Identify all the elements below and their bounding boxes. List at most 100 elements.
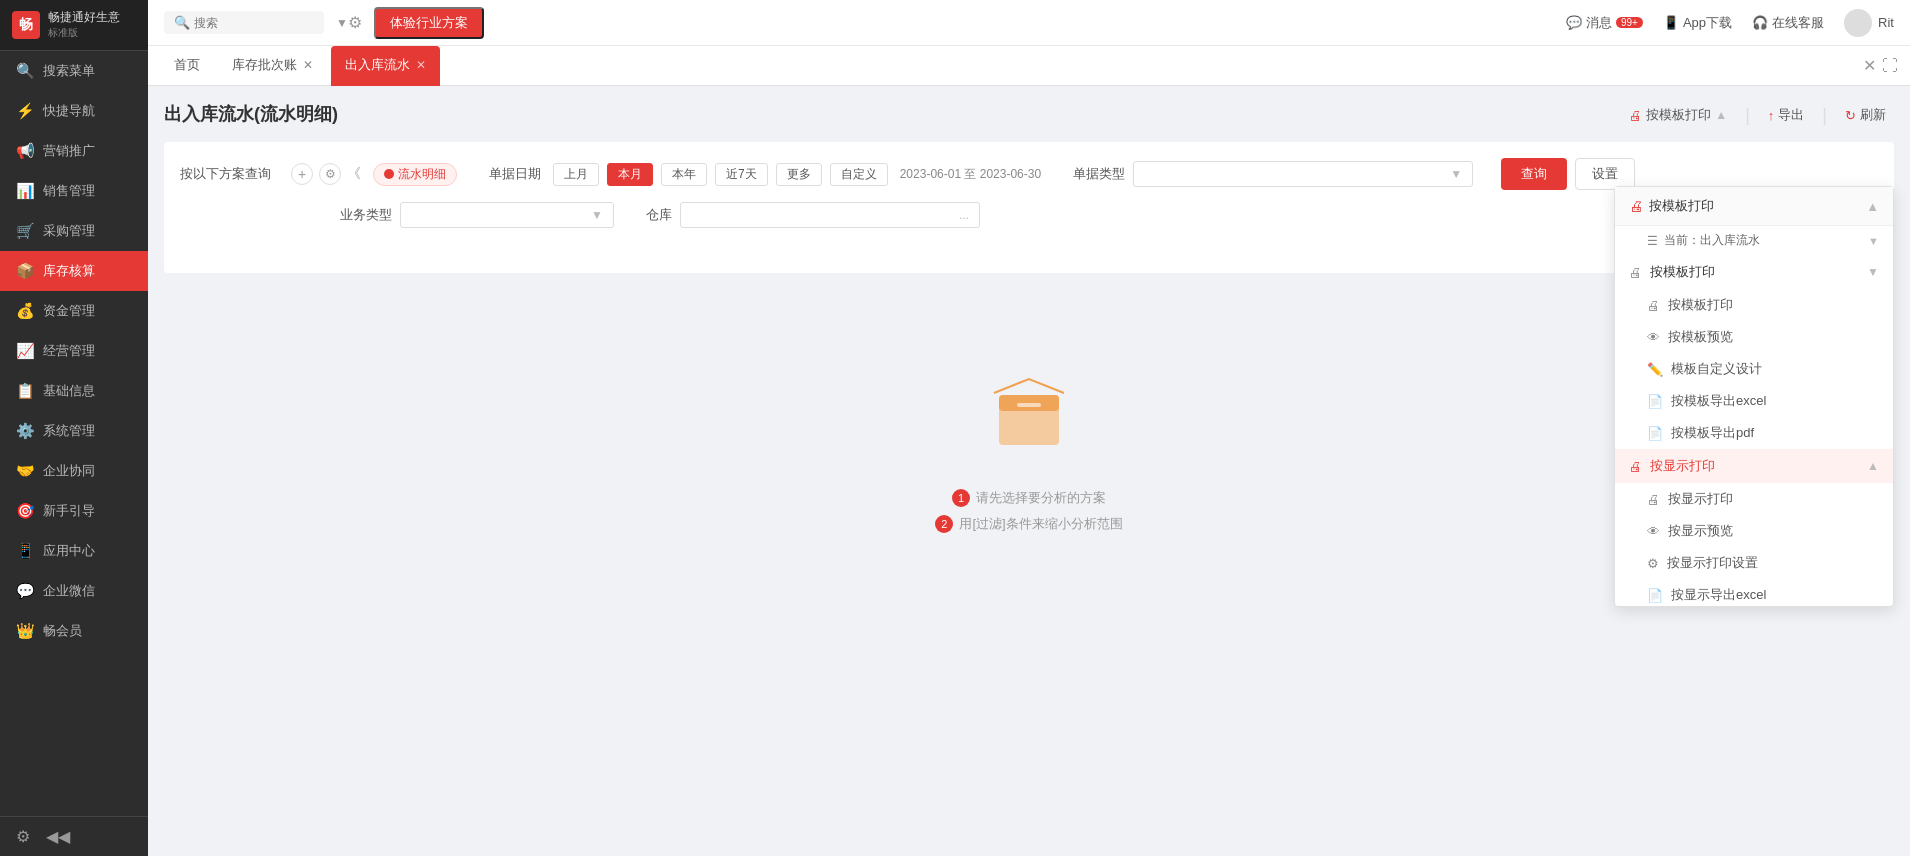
sidebar-item-system[interactable]: ⚙️ 系统管理 <box>0 411 148 451</box>
item-pdf-icon: 📄 <box>1647 426 1663 441</box>
date-filter-group: 单据日期 上月 本月 本年 近7天 更多 自定义 2023-06-01 至 20… <box>489 163 1041 186</box>
tab-batch-account-close-icon[interactable]: ✕ <box>303 58 313 72</box>
filter-collapse-icon[interactable]: 《 <box>347 165 361 183</box>
export-button[interactable]: ↑ 导出 <box>1760 102 1813 128</box>
tag-circle-icon <box>384 169 394 179</box>
warehouse-select[interactable]: ... <box>680 202 980 228</box>
current-template-label: ☰ 当前：出入库流水 ▼ <box>1615 226 1893 255</box>
print-icon: 🖨 <box>1629 108 1642 123</box>
refresh-button[interactable]: ↻ 刷新 <box>1837 102 1894 128</box>
tab-close-all-icon[interactable]: ✕ <box>1863 56 1876 75</box>
tab-expand-icon[interactable]: ⛶ <box>1882 57 1898 75</box>
tab-home[interactable]: 首页 <box>160 46 214 86</box>
dropdown-title: 按模板打印 <box>1649 197 1714 215</box>
app-logo-icon: 畅 <box>12 11 40 39</box>
business-type-group: 业务类型 ▼ <box>340 202 614 228</box>
collapse-sidebar-icon[interactable]: ◀◀ <box>46 827 70 846</box>
empty-state-icon <box>979 365 1079 465</box>
search-input[interactable] <box>194 16 314 30</box>
date-btn-more[interactable]: 更多 <box>776 163 822 186</box>
template-print-item[interactable]: 🖨 按模板打印 <box>1615 289 1893 321</box>
tab-batch-account[interactable]: 库存批次账 ✕ <box>218 46 327 86</box>
settings-icon[interactable]: ⚙ <box>348 13 362 32</box>
svg-rect-2 <box>1017 403 1041 407</box>
display-print-settings-item[interactable]: ⚙ 按显示打印设置 <box>1615 547 1893 579</box>
date-btn-last-month[interactable]: 上月 <box>553 163 599 186</box>
tabbar-right: ✕ ⛶ <box>1863 56 1898 75</box>
template-export-excel-item[interactable]: 📄 按模板导出excel <box>1615 385 1893 417</box>
display-export-excel-item[interactable]: 📄 按显示导出excel <box>1615 579 1893 606</box>
print-template-button[interactable]: 🖨 按模板打印 ▲ <box>1621 102 1735 128</box>
display-preview-item[interactable]: 👁 按显示预览 <box>1615 515 1893 547</box>
display-print-section-header[interactable]: 🖨 按显示打印 ▲ <box>1615 449 1893 483</box>
download-icon: 📱 <box>1663 15 1679 30</box>
date-btn-this-month[interactable]: 本月 <box>607 163 653 186</box>
sidebar-item-operations[interactable]: 📈 经营管理 <box>0 331 148 371</box>
sidebar-item-label: 系统管理 <box>43 422 95 440</box>
sidebar-item-sales[interactable]: 📊 销售管理 <box>0 171 148 211</box>
sidebar-logo: 畅 畅捷通好生意 标准版 <box>0 0 148 51</box>
settings-bottom-icon[interactable]: ⚙ <box>16 827 30 846</box>
print-dropdown-panel: 🖨 按模板打印 ▲ ☰ 当前：出入库流水 ▼ 🖨 按模板打印 <box>1614 186 1894 607</box>
query-button[interactable]: 查询 <box>1501 158 1567 190</box>
template-export-pdf-item[interactable]: 📄 按模板导出pdf <box>1615 417 1893 449</box>
voucher-type-label: 单据类型 <box>1073 165 1125 183</box>
print-template-label: 按模板打印 <box>1646 106 1711 124</box>
clipboard-icon: 📋 <box>16 382 35 400</box>
display-print-item[interactable]: 🖨 按显示打印 <box>1615 483 1893 515</box>
content-area: 出入库流水(流水明细) 🖨 按模板打印 ▲ | ↑ 导出 | ↻ 刷新 按以下方 <box>148 86 1910 856</box>
filter-add-button[interactable]: + <box>291 163 313 185</box>
sidebar-item-app-center[interactable]: 📱 应用中心 <box>0 531 148 571</box>
flow-detail-tag[interactable]: 流水明细 <box>373 163 457 186</box>
date-btn-custom[interactable]: 自定义 <box>830 163 888 186</box>
template-preview-item[interactable]: 👁 按模板预览 <box>1615 321 1893 353</box>
date-btn-this-year[interactable]: 本年 <box>661 163 707 186</box>
handshake-icon: 🤝 <box>16 462 35 480</box>
message-button[interactable]: 💬 消息 99+ <box>1566 14 1643 32</box>
topbar: 🔍 ▼ ⚙ 体验行业方案 💬 消息 99+ 📱 App下载 🎧 在线客服 Rit <box>148 0 1910 46</box>
dropdown-collapse-icon[interactable]: ▲ <box>1866 199 1879 214</box>
date-btn-7days[interactable]: 近7天 <box>715 163 768 186</box>
user-area: Rit <box>1844 9 1894 37</box>
dropdown-header: 🖨 按模板打印 ▲ <box>1615 187 1893 226</box>
sidebar-item-finance[interactable]: 💰 资金管理 <box>0 291 148 331</box>
sidebar-item-basics[interactable]: 📋 基础信息 <box>0 371 148 411</box>
tip-number-2: 2 <box>935 515 953 533</box>
sidebar-item-search[interactable]: 🔍 搜索菜单 <box>0 51 148 91</box>
gear-icon: ⚙️ <box>16 422 35 440</box>
sidebar-item-membership[interactable]: 👑 畅会员 <box>0 611 148 651</box>
app-download-button[interactable]: 📱 App下载 <box>1663 14 1732 32</box>
sidebar-item-quick-nav[interactable]: ⚡ 快捷导航 <box>0 91 148 131</box>
sidebar-item-enterprise-wechat[interactable]: 💬 企业微信 <box>0 571 148 611</box>
tab-flow[interactable]: 出入库流水 ✕ <box>331 46 440 86</box>
template-print-section-header[interactable]: 🖨 按模板打印 ▼ <box>1615 255 1893 289</box>
sidebar-item-enterprise[interactable]: 🤝 企业协同 <box>0 451 148 491</box>
topbar-search-box[interactable]: 🔍 <box>164 11 324 34</box>
tab-batch-account-label: 库存批次账 <box>232 56 297 74</box>
display-excel-icon: 📄 <box>1647 588 1663 603</box>
filter-settings-button[interactable]: ⚙ <box>319 163 341 185</box>
voucher-type-select[interactable]: ▼ <box>1133 161 1473 187</box>
template-custom-item[interactable]: ✏️ 模板自定义设计 <box>1615 353 1893 385</box>
export-label: 导出 <box>1778 106 1804 124</box>
wechat-icon: 💬 <box>16 582 35 600</box>
business-type-select[interactable]: ▼ <box>400 202 614 228</box>
tab-flow-close-icon[interactable]: ✕ <box>416 58 426 72</box>
megaphone-icon: 📢 <box>16 142 35 160</box>
item-label: 按模板预览 <box>1668 328 1733 346</box>
avatar <box>1844 9 1872 37</box>
tip-number-1: 1 <box>952 489 970 507</box>
sidebar-item-purchase[interactable]: 🛒 采购管理 <box>0 211 148 251</box>
crown-icon: 👑 <box>16 622 35 640</box>
display-settings-icon: ⚙ <box>1647 556 1659 571</box>
sidebar-item-marketing[interactable]: 📢 营销推广 <box>0 131 148 171</box>
trial-button[interactable]: 体验行业方案 <box>374 7 484 39</box>
mobile-icon: 📱 <box>16 542 35 560</box>
sidebar-item-inventory[interactable]: 📦 库存核算 <box>0 251 148 291</box>
item-custom-icon: ✏️ <box>1647 362 1663 377</box>
customer-service-button[interactable]: 🎧 在线客服 <box>1752 14 1824 32</box>
warehouse-more-icon: ... <box>959 208 969 222</box>
print-header-icon: 🖨 <box>1629 198 1643 214</box>
sidebar-item-label: 经营管理 <box>43 342 95 360</box>
sidebar-item-guide[interactable]: 🎯 新手引导 <box>0 491 148 531</box>
